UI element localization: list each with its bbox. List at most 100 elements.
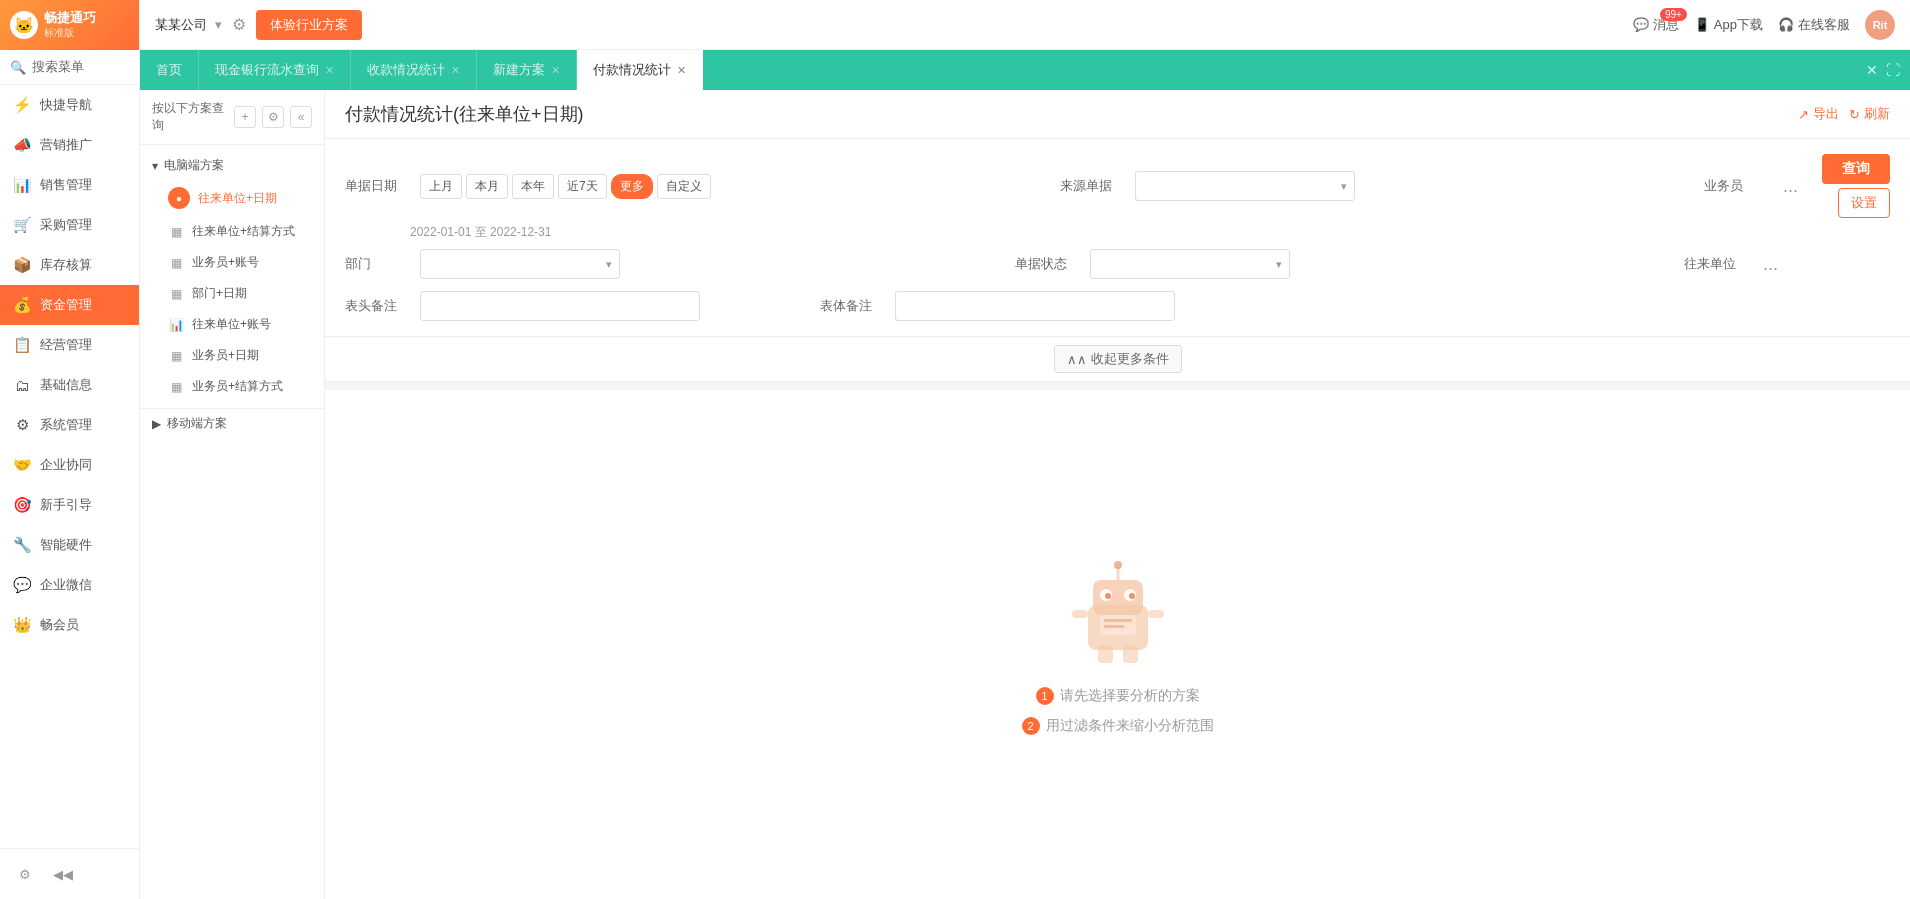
sidebar-item-newbie[interactable]: 🎯 新手引导 — [0, 485, 139, 525]
header-remark-input[interactable] — [420, 291, 700, 321]
vip-icon: 👑 — [12, 615, 32, 635]
date-custom-btn[interactable]: 自定义 — [657, 174, 711, 199]
sidebar-item-capital[interactable]: 💰 资金管理 — [0, 285, 139, 325]
svg-point-7 — [1114, 561, 1122, 569]
chevron-up-icon: ∧∧ — [1067, 352, 1087, 367]
date-this-year-btn[interactable]: 本年 — [512, 174, 554, 199]
left-panel-header: 按以下方案查询 + ⚙ « — [140, 90, 324, 145]
sidebar-item-purchase[interactable]: 🛒 采购管理 — [0, 205, 139, 245]
header-remark-label: 表头备注 — [345, 297, 400, 315]
plan-item-unit-account[interactable]: 📊 往来单位+账号 — [140, 309, 324, 340]
messages-btn[interactable]: 💬 消息 99+ — [1633, 16, 1679, 34]
date-range-display: 2022-01-01 至 2022-12-31 — [410, 224, 1890, 241]
online-service-btn[interactable]: 🎧 在线客服 — [1778, 16, 1850, 34]
sidebar-item-coop[interactable]: 🤝 企业协同 — [0, 445, 139, 485]
plan-item-agent-settle[interactable]: ▦ 业务员+结算方式 — [140, 371, 324, 402]
sidebar-item-hardware[interactable]: 🔧 智能硬件 — [0, 525, 139, 565]
doc-status-label: 单据状态 — [1015, 255, 1070, 273]
tab-payment-stats[interactable]: 付款情况统计 ✕ — [577, 50, 703, 90]
pc-section-header[interactable]: ▾ 电脑端方案 — [140, 151, 324, 180]
date-last-month-btn[interactable]: 上月 — [420, 174, 462, 199]
date-7days-btn[interactable]: 近7天 — [558, 174, 607, 199]
sidebar-item-basic-info[interactable]: 🗂 基础信息 — [0, 365, 139, 405]
sidebar-item-system[interactable]: ⚙ 系统管理 — [0, 405, 139, 445]
sidebar-item-quick-nav[interactable]: ⚡ 快捷导航 — [0, 85, 139, 125]
sidebar-settings-btn[interactable]: ⚙ — [10, 859, 40, 889]
basic-info-icon: 🗂 — [12, 375, 32, 395]
add-plan-btn[interactable]: + — [234, 106, 256, 128]
sidebar-item-wechat[interactable]: 💬 企业微信 — [0, 565, 139, 605]
dept-select[interactable] — [420, 249, 620, 279]
hardware-icon: 🔧 — [12, 535, 32, 555]
agent-dots-btn[interactable]: ... — [1779, 176, 1802, 197]
tab-new-plan-close[interactable]: ✕ — [551, 64, 560, 77]
sales-icon: 📊 — [12, 175, 32, 195]
settings-btn[interactable]: 设置 — [1838, 188, 1890, 218]
company-dropdown-icon[interactable]: ▾ — [215, 17, 222, 32]
tab-receipt-stats[interactable]: 收款情况统计 ✕ — [351, 50, 477, 90]
source-doc-select-wrapper: ▾ — [1135, 171, 1355, 201]
sidebar-logo: 🐱 畅捷通巧 标准版 — [0, 0, 139, 50]
plan-item-agent-date[interactable]: ▦ 业务员+日期 — [140, 340, 324, 371]
search-menu-item[interactable]: 🔍 搜索菜单 — [0, 50, 139, 85]
body-remark-label: 表体备注 — [820, 297, 875, 315]
page-title: 付款情况统计(往来单位+日期) — [345, 102, 584, 126]
app-download-icon: 📱 — [1694, 17, 1710, 32]
filter-row-3: 表头备注 表体备注 — [345, 291, 1890, 321]
empty-hint-2: 2 用过滤条件来缩小分析范围 — [1022, 717, 1214, 735]
department-label: 部门 — [345, 255, 400, 273]
counterpart-dots-btn[interactable]: ... — [1759, 254, 1782, 275]
header: 某某公司 ▾ ⚙ 体验行业方案 💬 消息 99+ 📱 App下载 🎧 在线客服 … — [140, 0, 1910, 50]
plan-item-unit-date[interactable]: ● 往来单位+日期 — [140, 180, 324, 216]
plan-settings-btn[interactable]: ⚙ — [262, 106, 284, 128]
query-settings-btns: 查询 设置 — [1822, 154, 1890, 218]
plan-item-agent-account[interactable]: ▦ 业务员+账号 — [140, 247, 324, 278]
tab-home[interactable]: 首页 — [140, 50, 199, 90]
sidebar-item-marketing[interactable]: 📣 营销推广 — [0, 125, 139, 165]
doc-status-select[interactable] — [1090, 249, 1290, 279]
sidebar-nav: ⚡ 快捷导航 📣 营销推广 📊 销售管理 🛒 采购管理 📦 库存核算 💰 资金管… — [0, 85, 139, 848]
sidebar-item-sales[interactable]: 📊 销售管理 — [0, 165, 139, 205]
tabbar-close-all-btn[interactable]: ✕ — [1866, 62, 1878, 78]
date-this-month-btn[interactable]: 本月 — [466, 174, 508, 199]
date-more-btn[interactable]: 更多 — [611, 174, 653, 199]
plan-item-dept-date[interactable]: ▦ 部门+日期 — [140, 278, 324, 309]
logo-text: 畅捷通巧 标准版 — [44, 10, 96, 40]
empty-state: 1 请先选择要分析的方案 2 用过滤条件来缩小分析范围 — [325, 390, 1910, 899]
body-remark-input[interactable] — [895, 291, 1175, 321]
tab-bank-flow-close[interactable]: ✕ — [325, 64, 334, 77]
avatar[interactable]: Rit — [1865, 10, 1895, 40]
trial-btn[interactable]: 体验行业方案 — [256, 10, 362, 40]
plan-item-unit-settle[interactable]: ▦ 往来单位+结算方式 — [140, 216, 324, 247]
tabbar-fullscreen-btn[interactable]: ⛶ — [1886, 62, 1900, 78]
svg-rect-11 — [1123, 645, 1138, 663]
tab-payment-stats-close[interactable]: ✕ — [677, 64, 686, 77]
doc-status-select-wrapper: ▾ — [1090, 249, 1290, 279]
purchase-icon: 🛒 — [12, 215, 32, 235]
pc-plan-section: ▾ 电脑端方案 ● 往来单位+日期 ▦ 往来单位+结算方式 ▦ 业务员+账号 ▦… — [140, 145, 324, 408]
source-doc-select[interactable] — [1135, 171, 1355, 201]
refresh-btn[interactable]: ↻ 刷新 — [1849, 105, 1890, 123]
panel-collapse-btn[interactable]: « — [290, 106, 312, 128]
tab-receipt-stats-close[interactable]: ✕ — [451, 64, 460, 77]
mobile-section-header[interactable]: ▶ 移动端方案 — [140, 408, 324, 438]
newbie-icon: 🎯 — [12, 495, 32, 515]
export-btn[interactable]: ↗ 导出 — [1798, 105, 1839, 123]
query-btn[interactable]: 查询 — [1822, 154, 1890, 184]
filter-area: 单据日期 上月 本月 本年 近7天 更多 自定义 来源单据 ▾ — [325, 139, 1910, 337]
sidebar-item-inventory[interactable]: 📦 库存核算 — [0, 245, 139, 285]
system-icon: ⚙ — [12, 415, 32, 435]
header-settings-icon[interactable]: ⚙ — [232, 15, 246, 34]
sidebar-collapse-btn[interactable]: ◀◀ — [48, 859, 78, 889]
collapse-bar: ∧∧ 收起更多条件 — [325, 337, 1910, 382]
export-icon: ↗ — [1798, 107, 1809, 122]
page-header-actions: ↗ 导出 ↻ 刷新 — [1798, 105, 1890, 123]
tab-bank-flow[interactable]: 现金银行流水查询 ✕ — [199, 50, 351, 90]
sidebar-item-vip[interactable]: 👑 畅会员 — [0, 605, 139, 645]
sidebar-item-operation[interactable]: 📋 经营管理 — [0, 325, 139, 365]
tab-new-plan[interactable]: 新建方案 ✕ — [477, 50, 577, 90]
collapse-btn[interactable]: ∧∧ 收起更多条件 — [1054, 345, 1182, 373]
capital-icon: 💰 — [12, 295, 32, 315]
sidebar: 🐱 畅捷通巧 标准版 🔍 搜索菜单 ⚡ 快捷导航 📣 营销推广 📊 销售管理 🛒… — [0, 0, 140, 899]
app-download-btn[interactable]: 📱 App下载 — [1694, 16, 1763, 34]
